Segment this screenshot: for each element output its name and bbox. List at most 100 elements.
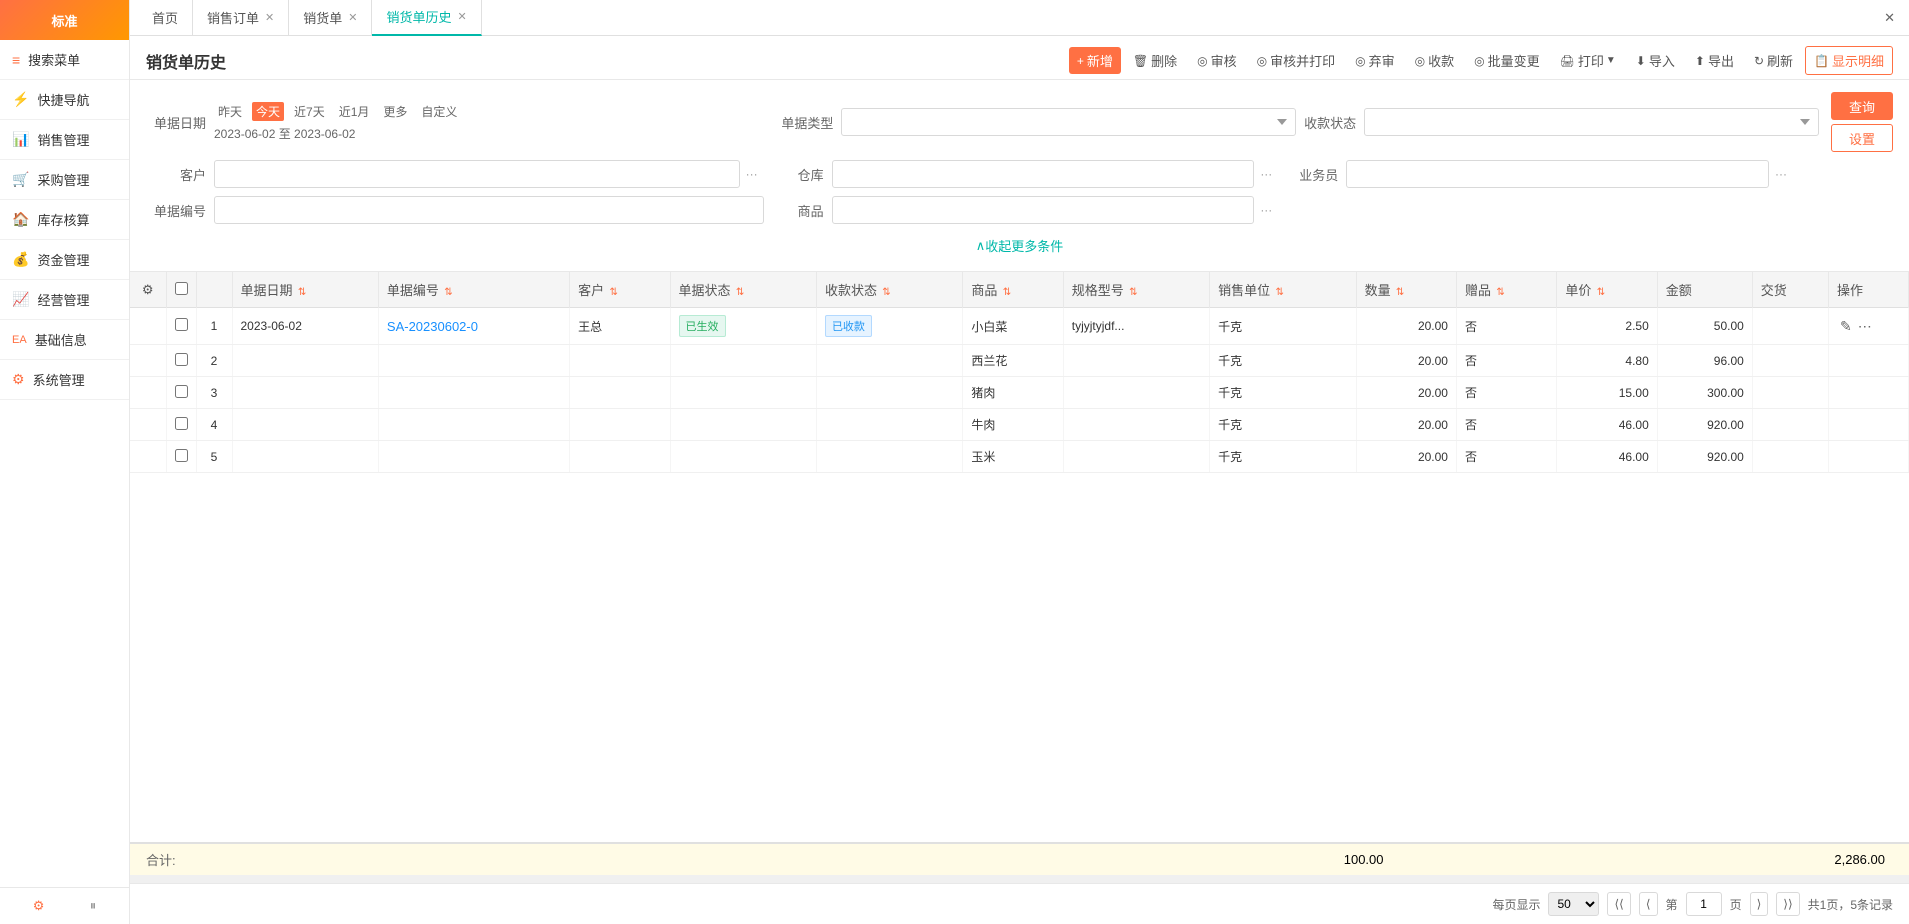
td-checkbox[interactable] xyxy=(166,441,196,473)
warehouse-ellipsis[interactable]: ··· xyxy=(1254,163,1278,185)
td-checkbox[interactable] xyxy=(166,409,196,441)
new-button[interactable]: + 新增 xyxy=(1069,47,1121,74)
collect-button[interactable]: ◎ 收款 xyxy=(1407,47,1463,74)
td-date xyxy=(232,377,378,409)
import-button[interactable]: ⬇ 导入 xyxy=(1628,47,1683,74)
tab-sales-order-close[interactable]: ✕ xyxy=(265,11,274,24)
tab-bar: 首页 销售订单 ✕ 销货单 ✕ 销货单历史 ✕ ✕ xyxy=(130,0,1909,36)
td-sales-unit: 千克 xyxy=(1210,441,1356,473)
warehouse-input[interactable] xyxy=(832,160,1255,188)
tab-sales-goods-close[interactable]: ✕ xyxy=(348,11,357,24)
salesperson-input[interactable] xyxy=(1346,160,1769,188)
audit-print-button[interactable]: ◎ 审核并打印 xyxy=(1249,47,1344,74)
filter-more-toggle[interactable]: ∧ 收起更多条件 xyxy=(146,232,1893,259)
th-quantity[interactable]: 数量 ⇅ xyxy=(1356,272,1456,308)
doc-num-filter-label: 单据编号 xyxy=(146,201,206,220)
payment-status-select[interactable] xyxy=(1364,108,1819,136)
edit-icon[interactable]: ✎ xyxy=(1840,318,1852,334)
doc-type-select[interactable] xyxy=(841,108,1296,136)
sidebar-item-basic-info[interactable]: EA 基础信息 xyxy=(0,320,129,360)
th-doc-num[interactable]: 单据编号 ⇅ xyxy=(378,272,569,308)
doc-num-input[interactable] xyxy=(214,196,764,224)
th-customer[interactable]: 客户 ⇅ xyxy=(570,272,670,308)
salesperson-ellipsis[interactable]: ··· xyxy=(1769,163,1793,185)
batch-change-button[interactable]: ◎ 批量变更 xyxy=(1466,47,1548,74)
td-checkbox[interactable] xyxy=(166,345,196,377)
sidebar-item-business-mgmt[interactable]: 📈 经营管理 xyxy=(0,280,129,320)
audit-button[interactable]: ◎ 审核 xyxy=(1189,47,1245,74)
th-checkbox[interactable] xyxy=(166,272,196,308)
customer-input[interactable] xyxy=(214,160,740,188)
tab-sales-goods[interactable]: 销货单 ✕ xyxy=(289,0,372,36)
th-sales-unit[interactable]: 销售单位 ⇅ xyxy=(1210,272,1356,308)
sidebar-item-sales-mgmt[interactable]: 📊 销售管理 xyxy=(0,120,129,160)
goods-input[interactable] xyxy=(832,196,1255,224)
show-detail-button[interactable]: 📋 显示明细 xyxy=(1805,46,1893,75)
th-spec-type[interactable]: 规格型号 ⇅ xyxy=(1063,272,1209,308)
date-shortcut-today[interactable]: 今天 xyxy=(252,102,284,121)
th-goods[interactable]: 商品 ⇅ xyxy=(963,272,1063,308)
page-prev-button[interactable]: ⟨ xyxy=(1639,892,1658,916)
sidebar-bottom-icon2[interactable]: ⏸ xyxy=(90,898,97,914)
delete-button[interactable]: 🗑 删除 xyxy=(1125,47,1185,74)
refresh-button[interactable]: ↻ 刷新 xyxy=(1746,47,1801,74)
customer-ellipsis[interactable]: ··· xyxy=(740,163,764,185)
settings-gear-icon[interactable]: ⚙ xyxy=(142,282,154,297)
th-settings[interactable]: ⚙ xyxy=(130,272,166,308)
td-checkbox[interactable] xyxy=(166,377,196,409)
th-gift[interactable]: 赠品 ⇅ xyxy=(1456,272,1556,308)
sidebar-item-fund-mgmt[interactable]: 💰 资金管理 xyxy=(0,240,129,280)
export-button[interactable]: ⬆ 导出 xyxy=(1687,47,1742,74)
td-settings-cell xyxy=(130,409,166,441)
sidebar-item-system-mgmt[interactable]: ⚙ 系统管理 xyxy=(0,360,129,400)
customer-filter: 客户 ··· xyxy=(146,160,764,188)
th-goods-label: 商品 xyxy=(971,283,997,298)
select-all-checkbox[interactable] xyxy=(175,282,188,295)
date-shortcut-more[interactable]: 更多 xyxy=(379,102,411,121)
td-gift: 否 xyxy=(1456,377,1556,409)
row-checkbox[interactable] xyxy=(175,385,188,398)
row-checkbox[interactable] xyxy=(175,353,188,366)
th-payment-status[interactable]: 收款状态 ⇅ xyxy=(816,272,962,308)
abandon-button[interactable]: ◎ 弃审 xyxy=(1347,47,1403,74)
tab-sales-order[interactable]: 销售订单 ✕ xyxy=(193,0,289,36)
td-action xyxy=(1829,441,1909,473)
page-input[interactable] xyxy=(1686,892,1722,916)
sidebar-item-label: 基础信息 xyxy=(35,330,87,349)
more-action-icon[interactable]: ⋯ xyxy=(1858,318,1872,334)
th-payment-status-label: 收款状态 xyxy=(825,283,877,298)
abandon-button-label: 弃审 xyxy=(1369,51,1395,70)
tab-sales-history[interactable]: 销货单历史 ✕ xyxy=(372,0,481,36)
sidebar-item-inventory[interactable]: 🏠 库存核算 xyxy=(0,200,129,240)
goods-ellipsis[interactable]: ··· xyxy=(1254,199,1278,221)
page-first-button[interactable]: ⟨⟨ xyxy=(1607,892,1630,916)
date-shortcut-yesterday[interactable]: 昨天 xyxy=(214,102,246,121)
row-checkbox[interactable] xyxy=(175,449,188,462)
doc-num-link[interactable]: SA-20230602-0 xyxy=(387,319,478,334)
sidebar-item-quick-nav[interactable]: ⚡ 快捷导航 xyxy=(0,80,129,120)
td-checkbox[interactable] xyxy=(166,308,196,345)
settings-button[interactable]: 设置 xyxy=(1831,124,1893,152)
row-checkbox[interactable] xyxy=(175,417,188,430)
tab-bar-close-icon[interactable]: ✕ xyxy=(1878,8,1901,28)
row-checkbox[interactable] xyxy=(175,318,188,331)
query-button[interactable]: 查询 xyxy=(1831,92,1893,120)
date-shortcut-7days[interactable]: 近7天 xyxy=(290,102,329,121)
th-date[interactable]: 单据日期 ⇅ xyxy=(232,272,378,308)
sidebar-item-purchase-mgmt[interactable]: 🛒 采购管理 xyxy=(0,160,129,200)
tab-sales-history-close[interactable]: ✕ xyxy=(458,10,467,23)
print-button[interactable]: 🖨 打印 ▼ xyxy=(1552,47,1624,74)
page-next-button[interactable]: ⟩ xyxy=(1750,892,1769,916)
table-container[interactable]: ⚙ 单据日期 ⇅ 单据编号 ⇅ xyxy=(130,272,1909,842)
th-unit-price[interactable]: 单价 ⇅ xyxy=(1557,272,1657,308)
per-page-select[interactable]: 50 100 200 xyxy=(1548,892,1599,916)
th-doc-status[interactable]: 单据状态 ⇅ xyxy=(670,272,816,308)
sidebar-bottom-icon1[interactable]: ⚙ xyxy=(33,898,45,914)
tab-home[interactable]: 首页 xyxy=(138,0,193,36)
sidebar-item-search-menu[interactable]: ≡ 搜索菜单 xyxy=(0,40,129,80)
page-last-button[interactable]: ⟩⟩ xyxy=(1776,892,1799,916)
date-shortcut-1month[interactable]: 近1月 xyxy=(335,102,374,121)
td-customer xyxy=(570,409,670,441)
date-shortcut-custom[interactable]: 自定义 xyxy=(417,102,461,121)
horizontal-scrollbar[interactable] xyxy=(130,875,1909,883)
